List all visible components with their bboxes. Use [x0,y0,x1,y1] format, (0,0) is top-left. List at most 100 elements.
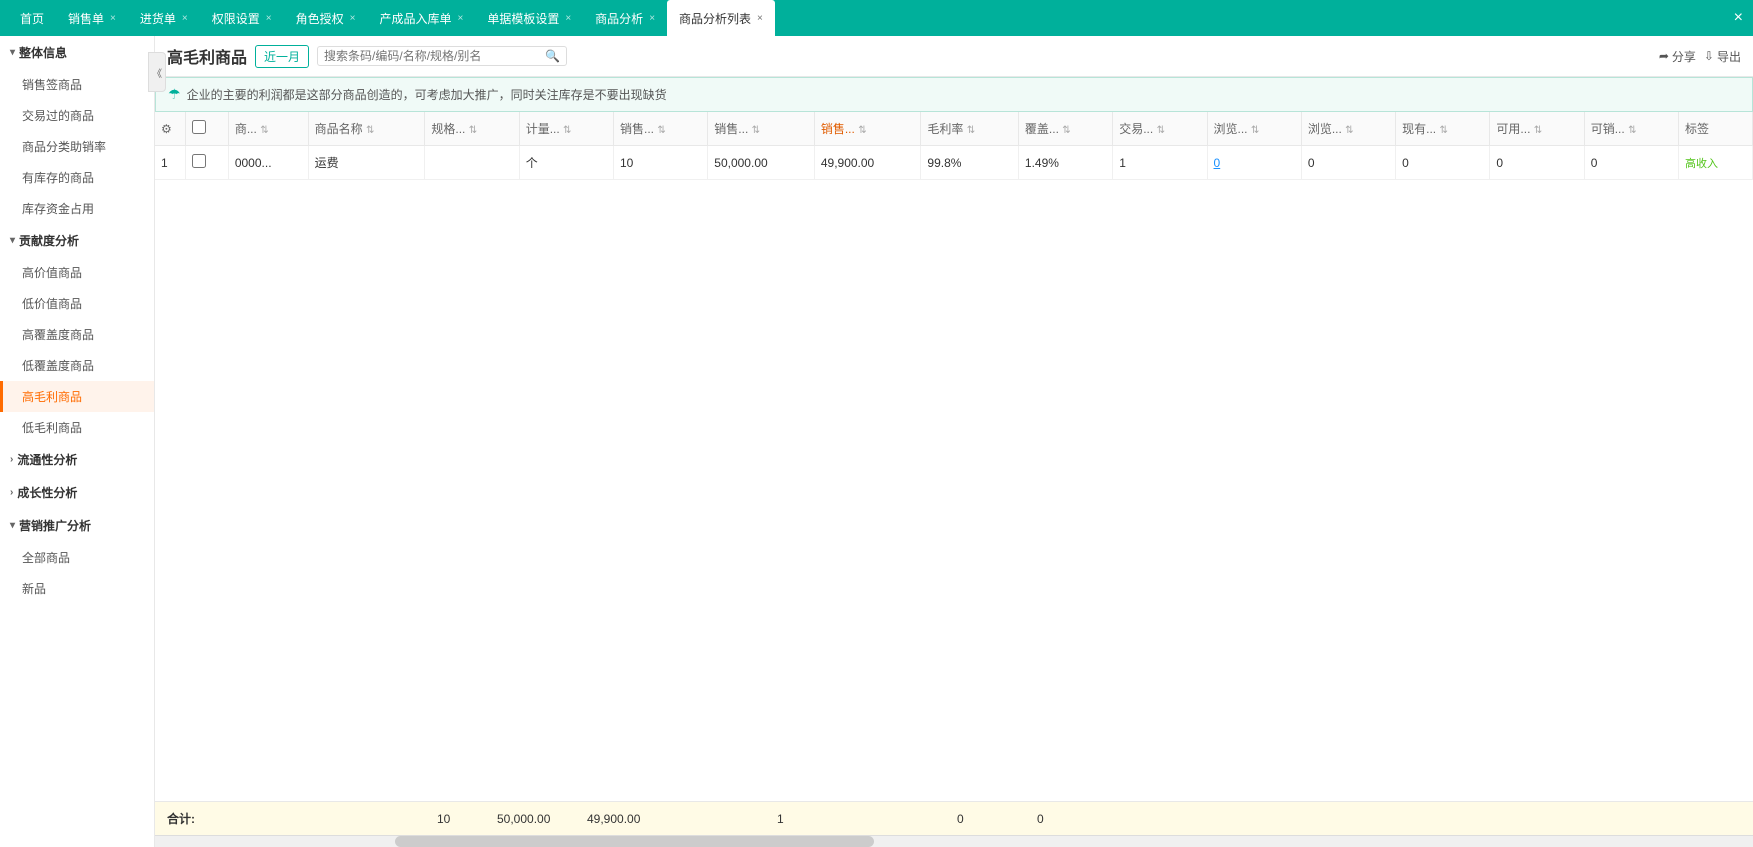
cell-tag: 高收入 [1679,146,1753,180]
select-all-checkbox[interactable] [192,120,206,134]
nav-tab-permission[interactable]: 权限设置 × [200,0,284,36]
nav-tab-stock-in[interactable]: 产成品入库单 × [367,0,475,36]
footer-trade: 1 [771,812,951,826]
nav-tab-template[interactable]: 单据模板设置 × [475,0,583,36]
nav-tab-analysis[interactable]: 商品分析 × [583,0,667,36]
th-sales-cost[interactable]: 销售... ⇅ [814,112,921,146]
th-current-stock[interactable]: 现有... ⇅ [1396,112,1490,146]
th-checkbox[interactable] [185,112,228,146]
close-permission-tab[interactable]: × [266,13,272,24]
sidebar-item-stock-capital[interactable]: 库存资金占用 [0,193,154,224]
sidebar-item-low-value[interactable]: 低价值商品 [0,288,154,319]
th-browse1[interactable]: 浏览... ⇅ [1207,112,1301,146]
search-input[interactable] [324,49,541,63]
cell-checkbox[interactable] [185,146,228,180]
sort-icon-unit: ⇅ [563,125,571,136]
time-filter-button[interactable]: 近一月 [255,45,309,68]
nav-tab-role[interactable]: 角色授权 × [284,0,368,36]
nav-tab-home[interactable]: 首页 [8,0,56,36]
close-template-tab[interactable]: × [565,13,571,24]
sidebar-item-new-goods[interactable]: 新品 [0,573,154,604]
cell-sellable: 0 [1584,146,1678,180]
sidebar-item-traded-goods[interactable]: 交易过的商品 [0,100,154,131]
sidebar-group-liquidity[interactable]: › 流通性分析 [0,443,154,476]
export-button[interactable]: ⇩ 导出 [1704,48,1741,65]
sidebar-item-low-coverage[interactable]: 低覆盖度商品 [0,350,154,381]
sort-icon-available-stock: ⇅ [1534,125,1542,136]
scrollbar-thumb[interactable] [395,836,874,847]
settings-icon[interactable]: ⚙ [161,122,172,136]
th-tag[interactable]: 标签 [1679,112,1753,146]
search-box: 🔍 [317,46,567,66]
close-stock-in-tab[interactable]: × [457,13,463,24]
cell-spec [425,146,519,180]
close-role-tab[interactable]: × [350,13,356,24]
tip-icon: ☂ [168,86,181,103]
export-icon: ⇩ [1704,49,1714,63]
sort-icon-name: ⇅ [366,125,374,136]
footer-values: 10 50,000.00 49,900.00 1 0 0 [211,812,1741,826]
page-title: 高毛利商品 [167,44,247,68]
sidebar-group-overview[interactable]: ▾ 整体信息 [0,36,154,69]
sort-icon-gross-margin: ⇅ [967,125,975,136]
sort-icon-spec: ⇅ [469,125,477,136]
share-button[interactable]: ➦ 分享 [1659,48,1696,65]
th-code[interactable]: 商... ⇅ [228,112,308,146]
sidebar-item-all-goods[interactable]: 全部商品 [0,542,154,573]
th-name[interactable]: 商品名称 ⇅ [308,112,425,146]
th-settings[interactable]: ⚙ [155,112,185,146]
sidebar-group-marketing[interactable]: ▾ 营销推广分析 [0,509,154,542]
th-coverage[interactable]: 覆盖... ⇅ [1018,112,1112,146]
arrow-contribution: ▾ [10,235,15,246]
sidebar-item-low-margin[interactable]: 低毛利商品 [0,412,154,443]
close-purchase-tab[interactable]: × [182,13,188,24]
cell-gross-margin: 99.8% [921,146,1019,180]
th-sellable[interactable]: 可销... ⇅ [1584,112,1678,146]
table-container: ⚙ 商... ⇅ 商品名称 ⇅ [155,112,1753,801]
sidebar: ▾ 整体信息 销售签商品 交易过的商品 商品分类助销率 有库存的商品 库存资金占… [0,36,155,847]
sort-icon-coverage: ⇅ [1062,125,1070,136]
sidebar-group-growth[interactable]: › 成长性分析 [0,476,154,509]
sidebar-item-high-coverage[interactable]: 高覆盖度商品 [0,319,154,350]
content-area: 《 高毛利商品 近一月 🔍 ➦ 分享 ⇩ 导出 ☂ 企 [155,36,1753,847]
table-row: 1 0000... 运费 [155,146,1753,180]
sidebar-item-stocked-goods[interactable]: 有库存的商品 [0,162,154,193]
th-sales-amount[interactable]: 销售... ⇅ [708,112,815,146]
sort-icon-sales-amount: ⇅ [752,125,760,136]
footer-sales-qty: 10 [431,812,491,826]
th-browse2[interactable]: 浏览... ⇅ [1301,112,1395,146]
close-analysis-tab[interactable]: × [649,13,655,24]
th-gross-margin[interactable]: 毛利率 ⇅ [921,112,1019,146]
th-sales-qty[interactable]: 销售... ⇅ [613,112,707,146]
top-navigation: 首页 销售单 × 进货单 × 权限设置 × 角色授权 × 产成品入库单 × 单据… [0,0,1753,36]
th-spec[interactable]: 规格... ⇅ [425,112,519,146]
arrow-growth: › [10,487,13,498]
sidebar-item-category-rate[interactable]: 商品分类助销率 [0,131,154,162]
sort-icon-sales-cost: ⇅ [858,125,866,136]
nav-tab-purchase[interactable]: 进货单 × [128,0,200,36]
cell-name: 运费 [308,146,425,180]
sidebar-group-contribution[interactable]: ▾ 贡献度分析 [0,224,154,257]
close-all-tabs[interactable]: × [1734,9,1743,27]
sidebar-item-sales-goods[interactable]: 销售签商品 [0,69,154,100]
data-table: ⚙ 商... ⇅ 商品名称 ⇅ [155,112,1753,180]
sidebar-item-high-margin[interactable]: 高毛利商品 [0,381,154,412]
cell-available-stock: 0 [1490,146,1584,180]
close-analysis-list-tab[interactable]: × [757,13,763,24]
nav-tab-analysis-list[interactable]: 商品分析列表 × [667,0,775,36]
cell-browse1[interactable]: 0 [1207,146,1301,180]
th-unit[interactable]: 计量... ⇅ [519,112,613,146]
close-sales-tab[interactable]: × [110,13,116,24]
table-header-row: ⚙ 商... ⇅ 商品名称 ⇅ [155,112,1753,146]
horizontal-scrollbar[interactable] [155,835,1753,847]
nav-tab-sales[interactable]: 销售单 × [56,0,128,36]
share-icon: ➦ [1659,49,1669,63]
sidebar-collapse-button[interactable]: 《 [155,52,166,92]
cell-sales-cost: 49,900.00 [814,146,921,180]
arrow-liquidity: › [10,454,13,465]
th-trade[interactable]: 交易... ⇅ [1113,112,1207,146]
row-checkbox[interactable] [192,154,206,168]
th-available-stock[interactable]: 可用... ⇅ [1490,112,1584,146]
search-icon[interactable]: 🔍 [545,49,560,63]
sidebar-item-high-value[interactable]: 高价值商品 [0,257,154,288]
